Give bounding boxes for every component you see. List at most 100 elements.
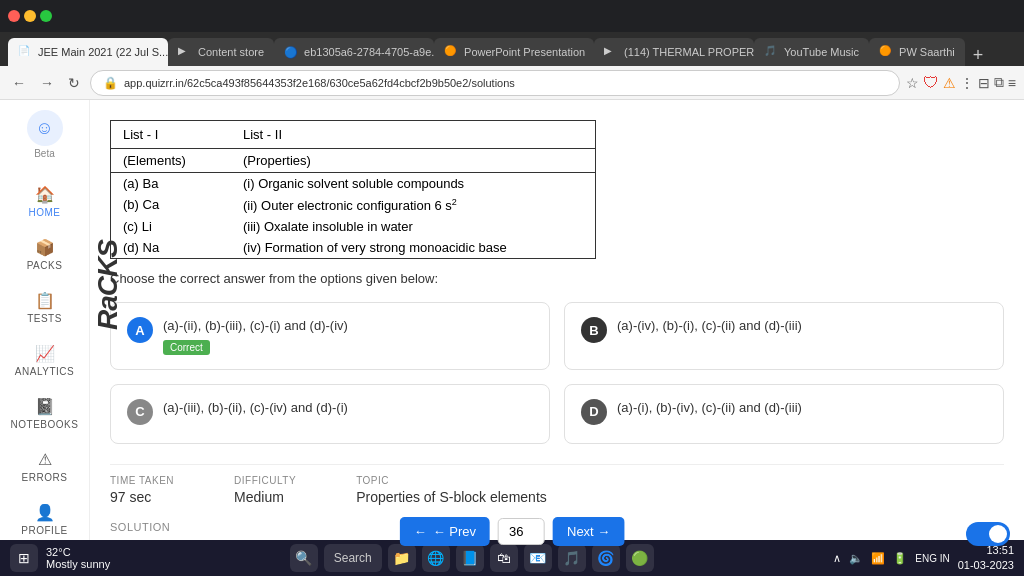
tab-label: (114) THERMAL PROPERT... xyxy=(624,46,754,58)
table-row: (b) Ca (ii) Outer electronic configurati… xyxy=(111,194,595,216)
option-b-card[interactable]: B (a)-(iv), (b)-(i), (c)-(ii) and (d)-(i… xyxy=(564,302,1004,369)
tab-jee-main[interactable]: 📄 JEE Main 2021 (22 Jul S... ✕ xyxy=(8,38,168,66)
logo-icon: ☺ xyxy=(27,110,63,146)
split-icon[interactable]: ⊟ xyxy=(978,75,990,91)
option-d-card[interactable]: D (a)-(i), (b)-(iv), (c)-(ii) and (d)-(i… xyxy=(564,384,1004,444)
forward-button[interactable]: → xyxy=(36,73,58,93)
question-table: List - I List - II (Elements) (Propertie… xyxy=(110,120,596,259)
taskbar-search-label[interactable]: Search xyxy=(324,544,382,572)
toggle-knob xyxy=(989,525,1007,543)
sidebar-item-errors[interactable]: ⚠ ERRORS xyxy=(5,442,85,491)
address-bar: ← → ↻ 🔒 app.quizrr.in/62c5ca493f85644353… xyxy=(0,66,1024,100)
sidebar-item-home[interactable]: 🏠 HOME xyxy=(5,177,85,226)
prev-button[interactable]: ← ← Prev xyxy=(400,517,490,546)
tab-label: PW Saarthi xyxy=(899,46,955,58)
taskbar-file-explorer[interactable]: 📁 xyxy=(388,544,416,572)
sidebar-logo: ☺ Beta xyxy=(27,110,63,159)
tab-pw-saarthi[interactable]: 🟠 PW Saarthi xyxy=(869,38,965,66)
tab-youtube-music[interactable]: 🎵 YouTube Music xyxy=(754,38,869,66)
tab-content-store[interactable]: ▶ Content store xyxy=(168,38,274,66)
row2-col2: (ii) Outer electronic configuration 6 s2 xyxy=(243,197,583,213)
option-a-card[interactable]: A (a)-(ii), (b)-(iii), (c)-(i) and (d)-(… xyxy=(110,302,550,369)
window-controls[interactable] xyxy=(8,10,52,22)
option-b-text: (a)-(iv), (b)-(i), (c)-(ii) and (d)-(iii… xyxy=(617,317,987,335)
bookmark-icon[interactable]: ☆ xyxy=(906,75,919,91)
list1-header: List - I xyxy=(123,127,243,142)
taskbar-spotify[interactable]: 🎵 xyxy=(558,544,586,572)
date: 01-03-2023 xyxy=(958,558,1014,573)
tab-favicon: ▶ xyxy=(604,45,618,59)
sidebar-item-profile[interactable]: 👤 PROFILE xyxy=(5,495,85,540)
packs-icon: 📦 xyxy=(35,238,55,257)
back-button[interactable]: ← xyxy=(8,73,30,93)
tab-label: YouTube Music xyxy=(784,46,859,58)
browser-chrome xyxy=(0,0,1024,32)
prev-arrow-icon: ← xyxy=(414,524,427,539)
errors-label: ERRORS xyxy=(22,472,68,483)
topic: TOPIC Properties of S-block elements xyxy=(356,475,547,505)
option-d-content: (a)-(i), (b)-(iv), (c)-(ii) and (d)-(iii… xyxy=(617,399,987,417)
maximize-window-btn[interactable] xyxy=(40,10,52,22)
table-row: (c) Li (iii) Oxalate insoluble in water xyxy=(111,216,595,237)
tab-favicon: 🟠 xyxy=(444,45,458,59)
clock: 13:51 01-03-2023 xyxy=(958,543,1014,574)
taskbar-mail[interactable]: 📧 xyxy=(524,544,552,572)
sidebar: ☺ Beta 🏠 HOME 📦 PACKS 📋 TESTS 📈 ANALYTIC… xyxy=(0,100,90,540)
sidebar-item-notebooks[interactable]: 📓 NOTEBOOKS xyxy=(5,389,85,438)
sidebar-item-tests[interactable]: 📋 TESTS xyxy=(5,283,85,332)
new-tab-button[interactable]: + xyxy=(965,45,992,66)
speaker-icon[interactable]: 🔈 xyxy=(849,552,863,565)
instruction-text: Choose the correct answer from the optio… xyxy=(110,271,1004,286)
weather-desc: Mostly sunny xyxy=(46,558,110,570)
tests-label: TESTS xyxy=(27,313,62,324)
option-c-text: (a)-(iii), (b)-(ii), (c)-(iv) and (d)-(i… xyxy=(163,399,533,417)
url-input-box[interactable]: 🔒 app.quizrr.in/62c5ca493f85644353f2e168… xyxy=(90,70,900,96)
tab-powerpoint[interactable]: 🟠 PowerPoint Presentation xyxy=(434,38,594,66)
option-c-card[interactable]: C (a)-(iii), (b)-(ii), (c)-(iv) and (d)-… xyxy=(110,384,550,444)
sidebar-item-analytics[interactable]: 📈 ANALYTICS xyxy=(5,336,85,385)
taskbar-browser[interactable]: 🌐 xyxy=(422,544,450,572)
refresh-button[interactable]: ↻ xyxy=(64,73,84,93)
chevron-up-icon[interactable]: ∧ xyxy=(833,552,841,565)
taskbar-search[interactable]: 🔍 xyxy=(290,544,318,572)
row3-col1: (c) Li xyxy=(123,219,243,234)
row2-col1: (b) Ca xyxy=(123,197,243,213)
time-value: 97 sec xyxy=(110,489,174,505)
browser-actions: ☆ 🛡 ⚠ ⋮ ⊟ ⧉ ≡ xyxy=(906,74,1016,92)
racks-watermark: RaCKS xyxy=(92,240,124,330)
sidebar-item-packs[interactable]: 📦 PACKS xyxy=(5,230,85,279)
taskbar-chrome[interactable]: 🌀 xyxy=(592,544,620,572)
content-area: RaCKS List - I List - II (Elements) (Pro… xyxy=(90,100,1024,540)
option-c-label: C xyxy=(127,399,153,425)
tab-eb1305[interactable]: 🔵 eb1305a6-2784-4705-a9e... xyxy=(274,38,434,66)
taskbar-edge[interactable]: 📘 xyxy=(456,544,484,572)
nav-bar-bottom: ← ← Prev 36 Next → xyxy=(400,517,625,546)
more-options-icon[interactable]: ≡ xyxy=(1008,75,1016,91)
start-button[interactable]: ⊞ xyxy=(10,544,38,572)
next-button[interactable]: Next → xyxy=(553,517,624,546)
table-row: (d) Na (iv) Formation of very strong mon… xyxy=(111,237,595,258)
tab-thermal[interactable]: ▶ (114) THERMAL PROPERT... xyxy=(594,38,754,66)
taskbar-store[interactable]: 🛍 xyxy=(490,544,518,572)
list2-header: List - II xyxy=(243,127,563,142)
table-row: (a) Ba (i) Organic solvent soluble compo… xyxy=(111,173,595,194)
tab-bar: 📄 JEE Main 2021 (22 Jul S... ✕ ▶ Content… xyxy=(0,32,1024,66)
tests-icon: 📋 xyxy=(35,291,55,310)
window-icon[interactable]: ⧉ xyxy=(994,74,1004,91)
options-grid: A (a)-(ii), (b)-(iii), (c)-(i) and (d)-(… xyxy=(110,302,1004,443)
toggle-switch[interactable] xyxy=(966,522,1010,546)
close-window-btn[interactable] xyxy=(8,10,20,22)
tab-favicon: 📄 xyxy=(18,45,32,59)
row3-col2: (iii) Oxalate insoluble in water xyxy=(243,219,583,234)
taskbar-app[interactable]: 🟢 xyxy=(626,544,654,572)
tab-label: PowerPoint Presentation xyxy=(464,46,585,58)
wifi-icon[interactable]: 📶 xyxy=(871,552,885,565)
option-a-text: (a)-(ii), (b)-(iii), (c)-(i) and (d)-(iv… xyxy=(163,317,533,335)
page-select[interactable]: 36 xyxy=(498,518,545,545)
prev-label: ← Prev xyxy=(433,524,476,539)
menu-icon[interactable]: ⋮ xyxy=(960,75,974,91)
battery-icon[interactable]: 🔋 xyxy=(893,552,907,565)
table-subheader: (Elements) (Properties) xyxy=(111,149,595,173)
tab-favicon: 🔵 xyxy=(284,46,298,59)
minimize-window-btn[interactable] xyxy=(24,10,36,22)
